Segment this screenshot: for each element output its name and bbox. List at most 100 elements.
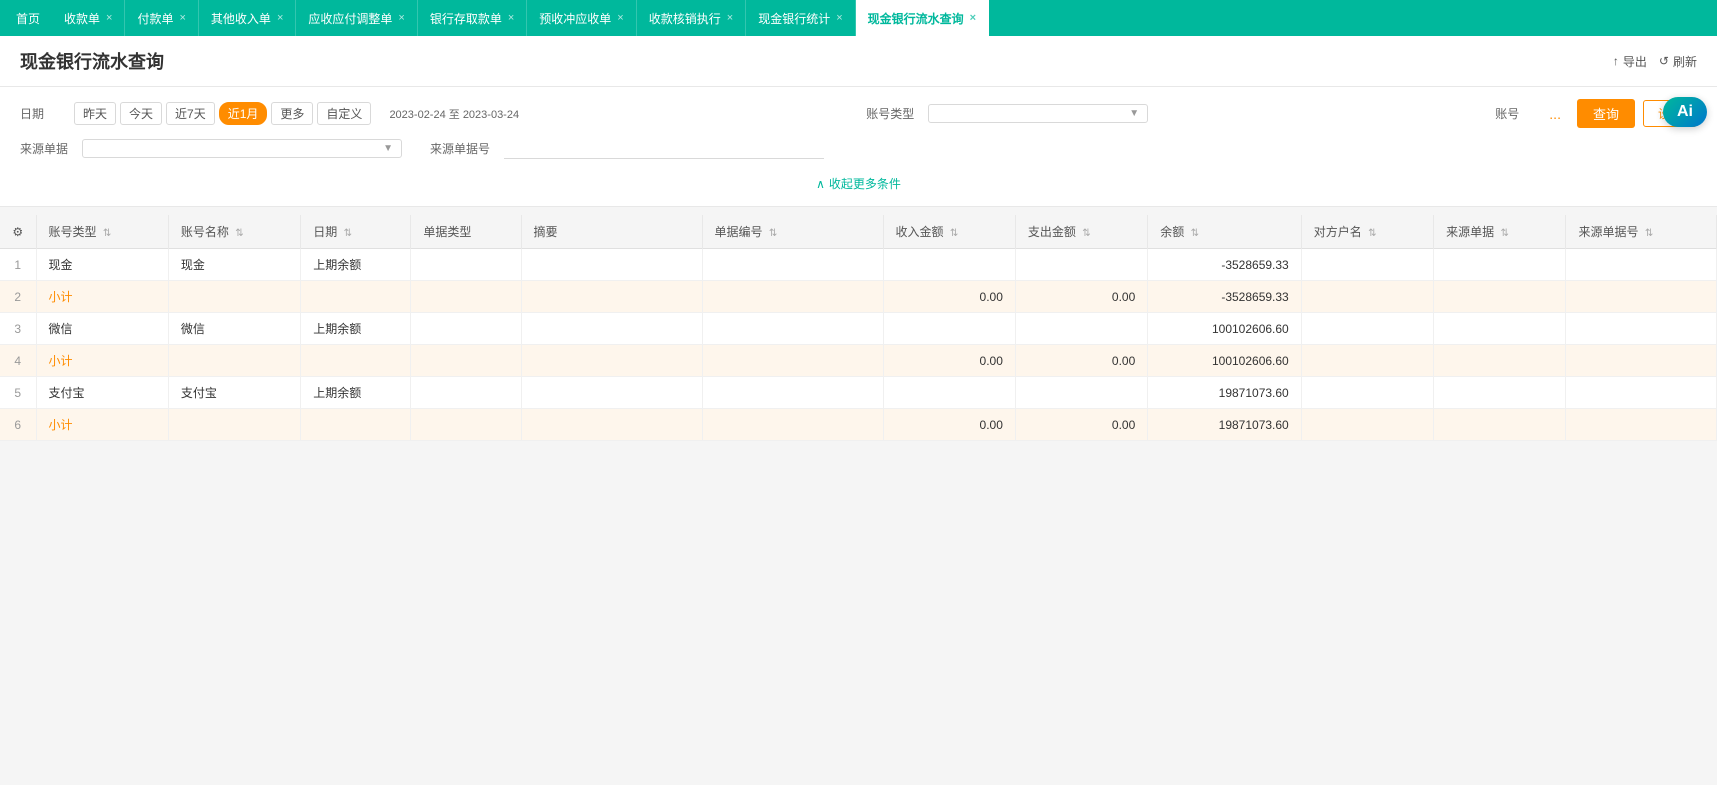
source-doc-cell bbox=[1434, 313, 1566, 345]
date-cell bbox=[301, 409, 411, 441]
nav-tab-3[interactable]: 应收应付调整单 × bbox=[296, 0, 417, 36]
ai-badge[interactable]: Ai bbox=[1663, 97, 1707, 127]
th-account-name[interactable]: 账号名称 ⇅ bbox=[168, 215, 300, 249]
sort-balance-icon: ⇅ bbox=[1191, 228, 1199, 239]
refresh-icon: ↺ bbox=[1659, 54, 1669, 68]
source-doc-cell bbox=[1434, 281, 1566, 313]
th-date[interactable]: 日期 ⇅ bbox=[301, 215, 411, 249]
page-title: 现金银行流水查询 bbox=[20, 48, 164, 74]
th-source-doc-no[interactable]: 来源单据号 ⇅ bbox=[1566, 215, 1717, 249]
account-filter: 账号 ... bbox=[1495, 105, 1569, 122]
nav-tab-4[interactable]: 银行存取款单 × bbox=[418, 0, 527, 36]
source-doc-no-cell bbox=[1566, 249, 1717, 281]
date-btn-7days[interactable]: 近7天 bbox=[166, 102, 215, 125]
account-dots-button[interactable]: ... bbox=[1549, 106, 1561, 122]
collapse-bar[interactable]: ∧ 收起更多条件 bbox=[20, 169, 1697, 194]
doc-no-cell bbox=[702, 313, 883, 345]
balance-cell: 19871073.60 bbox=[1148, 377, 1301, 409]
source-doc-select[interactable]: ▼ bbox=[82, 139, 402, 158]
doc-type-cell bbox=[411, 313, 521, 345]
collapse-icon: ∧ bbox=[816, 177, 825, 191]
query-button[interactable]: 查询 bbox=[1577, 99, 1635, 128]
table-header-row: ⚙ 账号类型 ⇅ 账号名称 ⇅ 日期 ⇅ 单据类型 摘要 bbox=[0, 215, 1717, 249]
source-doc-chevron-icon: ▼ bbox=[383, 143, 393, 154]
date-range-display: 2023-02-24 至 2023-03-24 bbox=[389, 106, 519, 122]
nav-tab-1[interactable]: 付款单 × bbox=[125, 0, 198, 36]
nav-tab-5[interactable]: 预收冲应收单 × bbox=[527, 0, 636, 36]
th-counterpart[interactable]: 对方户名 ⇅ bbox=[1301, 215, 1433, 249]
nav-home[interactable]: 首页 bbox=[4, 0, 52, 36]
balance-cell: -3528659.33 bbox=[1148, 249, 1301, 281]
close-tab-3[interactable]: × bbox=[398, 12, 404, 24]
source-doc-filter: 来源单据 ▼ bbox=[20, 139, 402, 158]
close-tab-2[interactable]: × bbox=[277, 12, 283, 24]
th-summary[interactable]: 摘要 bbox=[521, 215, 702, 249]
header-actions: ↑ 导出 ↺ 刷新 bbox=[1613, 53, 1697, 70]
date-btn-1month[interactable]: 近1月 bbox=[219, 102, 268, 125]
th-doc-type[interactable]: 单据类型 bbox=[411, 215, 521, 249]
table-row: 3微信微信上期余额100102606.60 bbox=[0, 313, 1717, 345]
close-tab-7[interactable]: × bbox=[836, 12, 842, 24]
source-doc-no-label: 来源单据号 bbox=[430, 140, 490, 157]
sort-doc-no-icon: ⇅ bbox=[769, 228, 777, 239]
date-cell: 上期余额 bbox=[301, 377, 411, 409]
nav-tab-2[interactable]: 其他收入单 × bbox=[199, 0, 296, 36]
th-balance[interactable]: 余额 ⇅ bbox=[1148, 215, 1301, 249]
close-tab-6[interactable]: × bbox=[727, 12, 733, 24]
date-btn-yesterday[interactable]: 昨天 bbox=[74, 102, 116, 125]
doc-no-cell bbox=[702, 377, 883, 409]
date-btn-custom[interactable]: 自定义 bbox=[317, 102, 371, 125]
filter-area: 日期 昨天 今天 近7天 近1月 更多 自定义 2023-02-24 至 202… bbox=[0, 87, 1717, 207]
account-type-select[interactable]: ▼ bbox=[928, 104, 1148, 123]
th-income[interactable]: 收入金额 ⇅ bbox=[883, 215, 1015, 249]
nav-tab-0[interactable]: 收款单 × bbox=[52, 0, 125, 36]
doc-type-cell bbox=[411, 249, 521, 281]
doc-no-cell bbox=[702, 249, 883, 281]
source-doc-cell bbox=[1434, 345, 1566, 377]
doc-type-cell bbox=[411, 409, 521, 441]
row-num-cell: 5 bbox=[0, 377, 36, 409]
source-doc-label: 来源单据 bbox=[20, 140, 68, 157]
th-source-doc[interactable]: 来源单据 ⇅ bbox=[1434, 215, 1566, 249]
account-name-cell bbox=[168, 281, 300, 313]
balance-cell: -3528659.33 bbox=[1148, 281, 1301, 313]
expense-cell: 0.00 bbox=[1015, 409, 1147, 441]
nav-tab-7[interactable]: 现金银行统计 × bbox=[746, 0, 855, 36]
table-row: 5支付宝支付宝上期余额19871073.60 bbox=[0, 377, 1717, 409]
account-type-cell: 现金 bbox=[36, 249, 168, 281]
close-tab-0[interactable]: × bbox=[106, 12, 112, 24]
nav-tab-8[interactable]: 现金银行流水查询 × bbox=[856, 0, 989, 36]
th-account-type[interactable]: 账号类型 ⇅ bbox=[36, 215, 168, 249]
income-cell: 0.00 bbox=[883, 409, 1015, 441]
close-tab-1[interactable]: × bbox=[179, 12, 185, 24]
date-cell: 上期余额 bbox=[301, 249, 411, 281]
export-button[interactable]: ↑ 导出 bbox=[1613, 53, 1647, 70]
source-doc-no-cell bbox=[1566, 409, 1717, 441]
nav-tab-6[interactable]: 收款核销执行 × bbox=[637, 0, 746, 36]
close-tab-4[interactable]: × bbox=[508, 12, 514, 24]
account-name-cell: 支付宝 bbox=[168, 377, 300, 409]
sort-account-type-icon: ⇅ bbox=[103, 228, 111, 239]
source-doc-cell bbox=[1434, 409, 1566, 441]
date-filter: 日期 昨天 今天 近7天 近1月 更多 自定义 bbox=[20, 102, 371, 125]
date-btn-today[interactable]: 今天 bbox=[120, 102, 162, 125]
th-expense[interactable]: 支出金额 ⇅ bbox=[1015, 215, 1147, 249]
th-doc-no[interactable]: 单据编号 ⇅ bbox=[702, 215, 883, 249]
account-name-cell: 现金 bbox=[168, 249, 300, 281]
close-tab-8[interactable]: × bbox=[970, 12, 976, 24]
summary-cell bbox=[521, 409, 702, 441]
account-type-cell: 小计 bbox=[36, 281, 168, 313]
date-cell bbox=[301, 345, 411, 377]
doc-type-cell bbox=[411, 377, 521, 409]
close-tab-5[interactable]: × bbox=[617, 12, 623, 24]
refresh-button[interactable]: ↺ 刷新 bbox=[1659, 53, 1697, 70]
doc-type-cell bbox=[411, 281, 521, 313]
source-doc-no-input[interactable] bbox=[504, 138, 824, 159]
date-btn-more[interactable]: 更多 bbox=[271, 102, 313, 125]
counterpart-cell bbox=[1301, 281, 1433, 313]
row-num-cell: 1 bbox=[0, 249, 36, 281]
th-gear[interactable]: ⚙ bbox=[0, 215, 36, 249]
summary-cell bbox=[521, 377, 702, 409]
income-cell bbox=[883, 313, 1015, 345]
expense-cell: 0.00 bbox=[1015, 345, 1147, 377]
